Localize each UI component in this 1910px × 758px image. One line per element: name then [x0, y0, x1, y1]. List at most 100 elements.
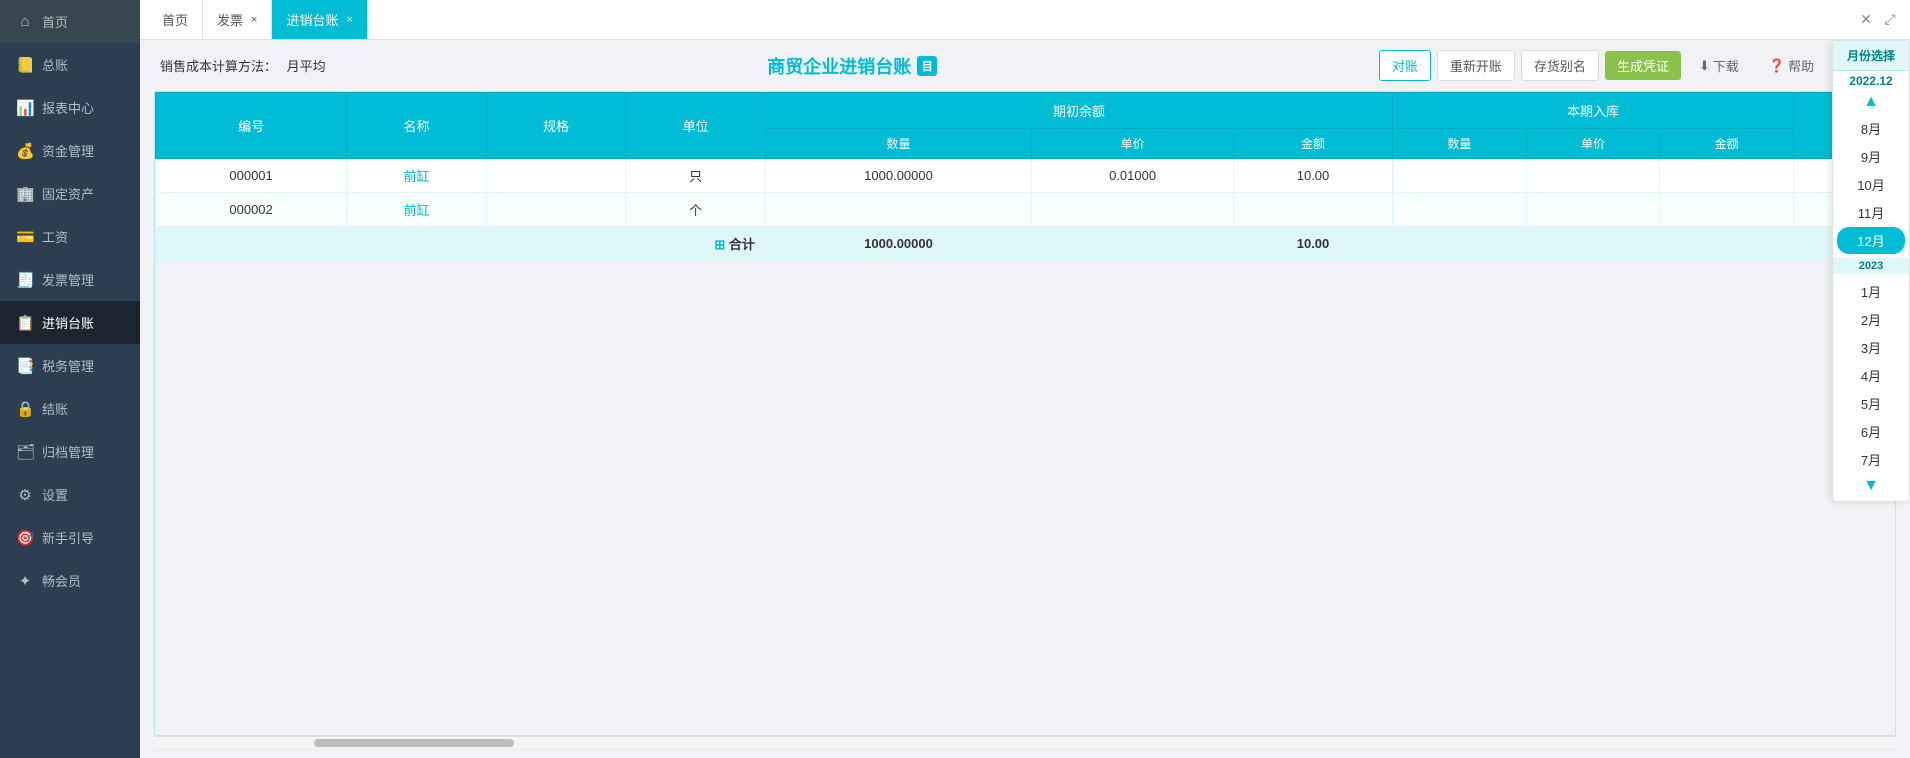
total-in-price	[1526, 227, 1660, 261]
sidebar-icon-report: 📊	[16, 99, 34, 117]
tab-label-invoice: 发票	[217, 10, 243, 29]
col-spec: 规格	[486, 93, 626, 159]
maximize-window-button[interactable]: ⤢	[1882, 12, 1898, 28]
generate-voucher-button[interactable]: 生成凭证	[1605, 51, 1681, 80]
name-link[interactable]: 前缸	[403, 169, 429, 184]
month-nav-up-button[interactable]: ▲	[1859, 93, 1883, 111]
month-item-8月[interactable]: 8月	[1837, 115, 1905, 142]
cell-in-price	[1526, 193, 1660, 227]
cell-opening-qty	[765, 193, 1031, 227]
month-item-12月[interactable]: 12月	[1837, 227, 1905, 254]
scroll-thumb[interactable]	[314, 739, 514, 747]
sidebar-item-invoice-mgmt[interactable]: 🧾 发票管理	[0, 258, 140, 301]
month-nav-down-button[interactable]: ▼	[1859, 477, 1883, 495]
cell-in-amount	[1660, 193, 1794, 227]
save-alias-button[interactable]: 存货别名	[1521, 50, 1599, 81]
sidebar-label-archive: 归档管理	[42, 442, 94, 461]
cell-name: 前缸	[347, 159, 487, 193]
total-icon: ⊞	[714, 237, 725, 252]
sidebar-icon-member: ✦	[16, 572, 34, 590]
top-bar: 销售成本计算方法： 月平均 商贸企业进销台账 目 对账 重新开账 存货别名 生成…	[154, 50, 1896, 81]
cell-spec	[486, 193, 626, 227]
table-row: 000001 前缸 只 1000.00000 0.01000 10.00	[156, 159, 1895, 193]
total-label: ⊞ 合计	[156, 227, 766, 261]
download-button[interactable]: ⬇ 下载	[1687, 51, 1751, 80]
tab-home[interactable]: 首页	[148, 0, 203, 39]
month-item-1月[interactable]: 1月	[1837, 278, 1905, 305]
sidebar-item-fixed-asset[interactable]: 🏢固定资产	[0, 172, 140, 215]
sidebar-label-purchase-sale: 进销台账	[42, 313, 94, 332]
col-group-opening: 期初余额	[765, 93, 1392, 129]
total-opening-amount: 10.00	[1234, 227, 1393, 261]
reconcile-button[interactable]: 对账	[1379, 50, 1431, 81]
sidebar-label-ledger: 总账	[42, 55, 68, 74]
sidebar-label-tax: 税务管理	[42, 356, 94, 375]
sidebar-item-guide[interactable]: 🎯新手引导	[0, 516, 140, 559]
download-icon: ⬇	[1699, 58, 1710, 74]
sidebar-item-fund[interactable]: 💰资金管理	[0, 129, 140, 172]
cell-spec	[486, 159, 626, 193]
sidebar-item-close[interactable]: 🔒结账	[0, 387, 140, 430]
cost-method-label: 销售成本计算方法：	[160, 59, 277, 74]
sidebar-item-member[interactable]: ✦畅会员	[0, 559, 140, 602]
close-window-button[interactable]: ✕	[1858, 12, 1874, 28]
col-opening-amount: 金额	[1234, 129, 1393, 159]
col-in-amount: 金额	[1660, 129, 1794, 159]
tab-label-purchase-sale: 进销台账	[286, 10, 338, 29]
month-item-3月[interactable]: 3月	[1837, 334, 1905, 361]
month-item-11月[interactable]: 11月	[1837, 199, 1905, 226]
col-name: 名称	[347, 93, 487, 159]
tab-purchase-sale[interactable]: 进销台账 ×	[272, 0, 367, 39]
tab-close-invoice[interactable]: ×	[251, 14, 257, 26]
total-in-amount	[1660, 227, 1794, 261]
sidebar-item-ledger[interactable]: 📒总账	[0, 43, 140, 86]
month-panel-title: 月份选择	[1833, 41, 1909, 71]
month-item-10月[interactable]: 10月	[1837, 171, 1905, 198]
sidebar-item-home[interactable]: ⌂首页	[0, 0, 140, 43]
sidebar-item-salary[interactable]: 💳工资	[0, 215, 140, 258]
cell-opening-qty: 1000.00000	[765, 159, 1031, 193]
cell-in-qty	[1393, 159, 1527, 193]
sidebar-item-report[interactable]: 📊报表中心	[0, 86, 140, 129]
month-item-9月[interactable]: 9月	[1837, 143, 1905, 170]
sidebar-item-archive[interactable]: 🗂归档管理	[0, 430, 140, 473]
month-item-4月[interactable]: 4月	[1837, 362, 1905, 389]
months-2023-list: 1月2月3月4月5月6月7月	[1833, 276, 1909, 475]
sidebar-item-purchase-sale[interactable]: 📋进销台账	[0, 301, 140, 344]
sidebar-label-guide: 新手引导	[42, 528, 94, 547]
table-body: 000001 前缸 只 1000.00000 0.01000 10.00 000…	[156, 159, 1895, 261]
main-area: 首页发票 × 进销台账 × ✕ ⤢ 销售成本计算方法： 月平均 商贸企业进销台账 目 …	[140, 0, 1910, 758]
total-opening-qty: 1000.00000	[765, 227, 1031, 261]
month-nav-down: ▼	[1833, 475, 1909, 497]
sidebar-icon-invoice-mgmt: 🧾	[16, 271, 34, 289]
col-group-incoming: 本期入库	[1393, 93, 1794, 129]
tab-close-purchase-sale[interactable]: ×	[346, 14, 352, 26]
cost-method-value: 月平均	[287, 59, 326, 74]
month-item-7月[interactable]: 7月	[1837, 446, 1905, 473]
cell-in-qty	[1393, 193, 1527, 227]
cell-name: 前缸	[347, 193, 487, 227]
cell-id: 000002	[156, 193, 347, 227]
table-header-top: 编号 名称 规格 单位 期初余额 本期入库 数	[156, 93, 1895, 129]
cell-opening-price: 0.01000	[1032, 159, 1234, 193]
month-item-2月[interactable]: 2月	[1837, 306, 1905, 333]
sidebar-label-invoice-mgmt: 发票管理	[42, 270, 94, 289]
sidebar-item-tax[interactable]: 📑税务管理	[0, 344, 140, 387]
cell-opening-price	[1032, 193, 1234, 227]
name-link[interactable]: 前缸	[403, 203, 429, 218]
content-area: 销售成本计算方法： 月平均 商贸企业进销台账 目 对账 重新开账 存货别名 生成…	[140, 40, 1910, 758]
title-icon[interactable]: 目	[917, 56, 937, 76]
year-2023-label: 2023	[1833, 258, 1909, 274]
sidebar-item-settings[interactable]: ⚙设置	[0, 473, 140, 516]
sidebar: ⌂首页📒总账📊报表中心💰资金管理🏢固定资产💳工资 🧾 发票管理 📋进销台账📑税务管理🔒…	[0, 0, 140, 758]
month-item-6月[interactable]: 6月	[1837, 418, 1905, 445]
sidebar-label-fixed-asset: 固定资产	[42, 184, 94, 203]
col-in-price: 单价	[1526, 129, 1660, 159]
tab-invoice[interactable]: 发票 ×	[203, 0, 272, 39]
scroll-bar[interactable]	[154, 736, 1896, 748]
reopen-button[interactable]: 重新开账	[1437, 50, 1515, 81]
sidebar-icon-fund: 💰	[16, 142, 34, 160]
help-button[interactable]: ❓ 帮助	[1757, 51, 1826, 80]
window-controls: ✕ ⤢	[1858, 12, 1902, 28]
month-item-5月[interactable]: 5月	[1837, 390, 1905, 417]
